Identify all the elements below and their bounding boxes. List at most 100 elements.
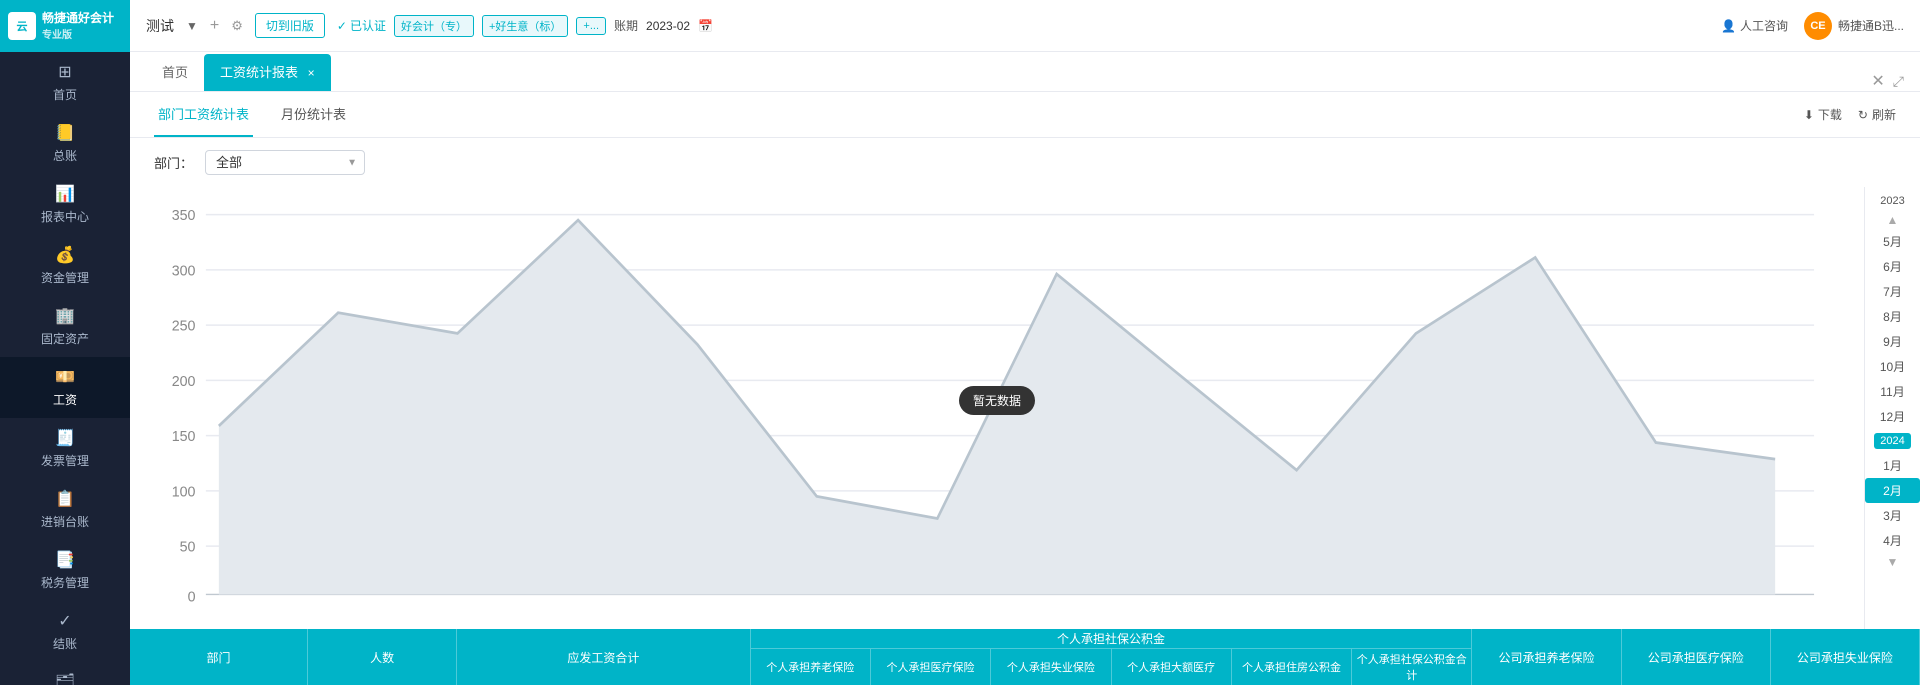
month-8[interactable]: 8月	[1865, 304, 1920, 329]
header-status: ✓ 已认证 好会计（专） +好生意（标） +... 账期 2023-02 📅	[337, 15, 713, 37]
sidebar-item-checkout[interactable]: ✓ 结账	[0, 601, 130, 662]
certified-icon: ✓ 已认证	[337, 17, 386, 34]
refresh-btn[interactable]: ↻ 刷新	[1858, 106, 1896, 123]
sidebar-item-reports[interactable]: 📊 报表中心	[0, 174, 130, 235]
sub-tab-month[interactable]: 月份统计表	[277, 92, 350, 137]
sidebar-item-funds[interactable]: 💰 资金管理	[0, 235, 130, 296]
sidebar-item-salary[interactable]: 💴 工资	[0, 357, 130, 418]
th-c3: 公司承担失业保险	[1771, 629, 1920, 685]
sidebar-item-label: 结账	[53, 635, 77, 652]
chart-area	[219, 220, 1775, 594]
switch-old-btn[interactable]: 切到旧版	[255, 13, 325, 38]
dept-select[interactable]: 全部 销售部 财务部 技术部	[205, 150, 365, 175]
month-7[interactable]: 7月	[1865, 279, 1920, 304]
sidebar-nav: ⊞ 首页 📒 总账 📊 报表中心 💰 资金管理 🏢 固定资产 💴 工资 🧾 发票…	[0, 52, 130, 685]
company-name: 测试	[146, 16, 174, 36]
reports-icon: 📊	[55, 184, 75, 204]
month-11[interactable]: 11月	[1865, 379, 1920, 404]
date-panel: 2023 ▲ 5月 6月 7月 8月 9月 10月 11月 12月 2024 1…	[1864, 187, 1920, 629]
home-icon: ⊞	[58, 62, 71, 82]
chart-section: 350 300 250 200 150 100 50 0	[130, 187, 1920, 629]
month-12[interactable]: 12月	[1865, 404, 1920, 429]
tax-icon: 📑	[55, 550, 75, 570]
th-p4: 个人承担大额医疗	[1112, 649, 1232, 685]
sidebar-item-label: 税务管理	[41, 574, 89, 591]
ledger-icon: 📒	[55, 123, 75, 143]
year-2023-label: 2023	[1878, 191, 1906, 211]
sidebar-item-tax[interactable]: 📑 税务管理	[0, 540, 130, 601]
table-header: 部门 人数 应发工资合计 个人承担社保公积金 个人承担养老保险 个人承担医疗保险…	[130, 629, 1920, 685]
sub-tabs: 部门工资统计表 月份统计表 ⬇ 下载 ↻ 刷新	[130, 92, 1920, 138]
user-name: 畅捷通B迅...	[1838, 17, 1904, 34]
sidebar-item-archive[interactable]: 🗂 归档管理	[0, 662, 130, 685]
sub-tab-dept[interactable]: 部门工资统计表	[154, 92, 253, 137]
tag-3: +...	[576, 17, 606, 35]
date-next-btn[interactable]: ▼	[1885, 553, 1901, 571]
month-5[interactable]: 5月	[1865, 229, 1920, 254]
month-6[interactable]: 6月	[1865, 254, 1920, 279]
sidebar-item-label: 总账	[53, 147, 77, 164]
salary-icon: 💴	[55, 367, 75, 387]
month-9[interactable]: 9月	[1865, 329, 1920, 354]
app-logo: 云 畅捷通好会计 专业版	[0, 0, 130, 52]
year-2024-label[interactable]: 2024	[1874, 433, 1910, 449]
month-10[interactable]: 10月	[1865, 354, 1920, 379]
refresh-icon: ↻	[1858, 108, 1868, 122]
month-3[interactable]: 3月	[1865, 503, 1920, 528]
sidebar-item-home[interactable]: ⊞ 首页	[0, 52, 130, 113]
sidebar-item-label: 首页	[53, 86, 77, 103]
svg-text:150: 150	[172, 429, 196, 445]
filter-label: 部门：	[154, 153, 193, 172]
dept-select-wrapper: 全部 销售部 财务部 技术部	[205, 150, 365, 175]
tab-home[interactable]: 首页	[146, 54, 204, 91]
period-label: 账期	[614, 17, 638, 34]
checkout-icon: ✓	[58, 611, 71, 631]
svg-text:100: 100	[172, 484, 196, 500]
tab-salary-report[interactable]: 工资统计报表 ×	[204, 54, 331, 91]
top-header: 测试 ▼ + ⚙ 切到旧版 ✓ 已认证 好会计（专） +好生意（标） +... …	[130, 0, 1920, 52]
month-4[interactable]: 4月	[1865, 528, 1920, 553]
month-2-active[interactable]: 2月	[1865, 478, 1920, 503]
header-right: 👤 人工咨询 CE 畅捷通B迅...	[1721, 12, 1904, 40]
avatar: CE	[1804, 12, 1832, 40]
sidebar-item-label: 固定资产	[41, 330, 89, 347]
sidebar-item-invoice[interactable]: 🧾 发票管理	[0, 418, 130, 479]
window-expand-btn[interactable]: ⤢	[1893, 73, 1904, 90]
settings-header-icon[interactable]: ⚙	[231, 18, 243, 34]
assets-icon: 🏢	[55, 306, 75, 326]
calendar-icon[interactable]: 📅	[698, 19, 713, 33]
sidebar-item-label: 报表中心	[41, 208, 89, 225]
tab-bar: 首页 工资统计报表 × ✕ ⤢	[130, 52, 1920, 92]
sidebar-item-ledger[interactable]: 📒 总账	[0, 113, 130, 174]
th-dept: 部门	[130, 629, 308, 685]
th-headcount: 人数	[308, 629, 457, 685]
tab-close-btn[interactable]: ×	[308, 66, 315, 80]
date-prev-btn[interactable]: ▲	[1885, 211, 1901, 229]
month-1[interactable]: 1月	[1865, 453, 1920, 478]
add-button[interactable]: +	[210, 17, 219, 35]
th-p1: 个人承担养老保险	[751, 649, 871, 685]
svg-text:300: 300	[172, 263, 196, 279]
sidebar-item-label: 工资	[53, 391, 77, 408]
logo-icon: 云	[8, 12, 36, 40]
download-btn[interactable]: ⬇ 下载	[1804, 106, 1842, 123]
sidebar-item-label: 资金管理	[41, 269, 89, 286]
th-group-title: 个人承担社保公积金	[751, 629, 1472, 649]
th-p3: 个人承担失业保险	[991, 649, 1111, 685]
svg-text:50: 50	[180, 539, 196, 555]
funds-icon: 💰	[55, 245, 75, 265]
chart-container: 350 300 250 200 150 100 50 0	[130, 187, 1864, 629]
th-p2: 个人承担医疗保险	[871, 649, 991, 685]
logo-name: 畅捷通好会计	[42, 11, 114, 27]
service-btn[interactable]: 👤 人工咨询	[1721, 17, 1788, 34]
th-salary: 应发工资合计	[457, 629, 750, 685]
th-group-personal: 个人承担社保公积金 个人承担养老保险 个人承担医疗保险 个人承担失业保险 个人承…	[751, 629, 1473, 685]
filter-bar: 部门： 全部 销售部 财务部 技术部	[130, 138, 1920, 187]
content-area: 部门工资统计表 月份统计表 ⬇ 下载 ↻ 刷新 部门： 全部	[130, 92, 1920, 685]
sidebar-item-sales[interactable]: 📋 进销台账	[0, 479, 130, 540]
sidebar-item-assets[interactable]: 🏢 固定资产	[0, 296, 130, 357]
tag-1: 好会计（专）	[394, 15, 474, 37]
svg-text:0: 0	[188, 589, 196, 605]
company-dropdown[interactable]: ▼	[186, 19, 198, 33]
window-close-btn[interactable]: ✕	[1871, 71, 1884, 91]
